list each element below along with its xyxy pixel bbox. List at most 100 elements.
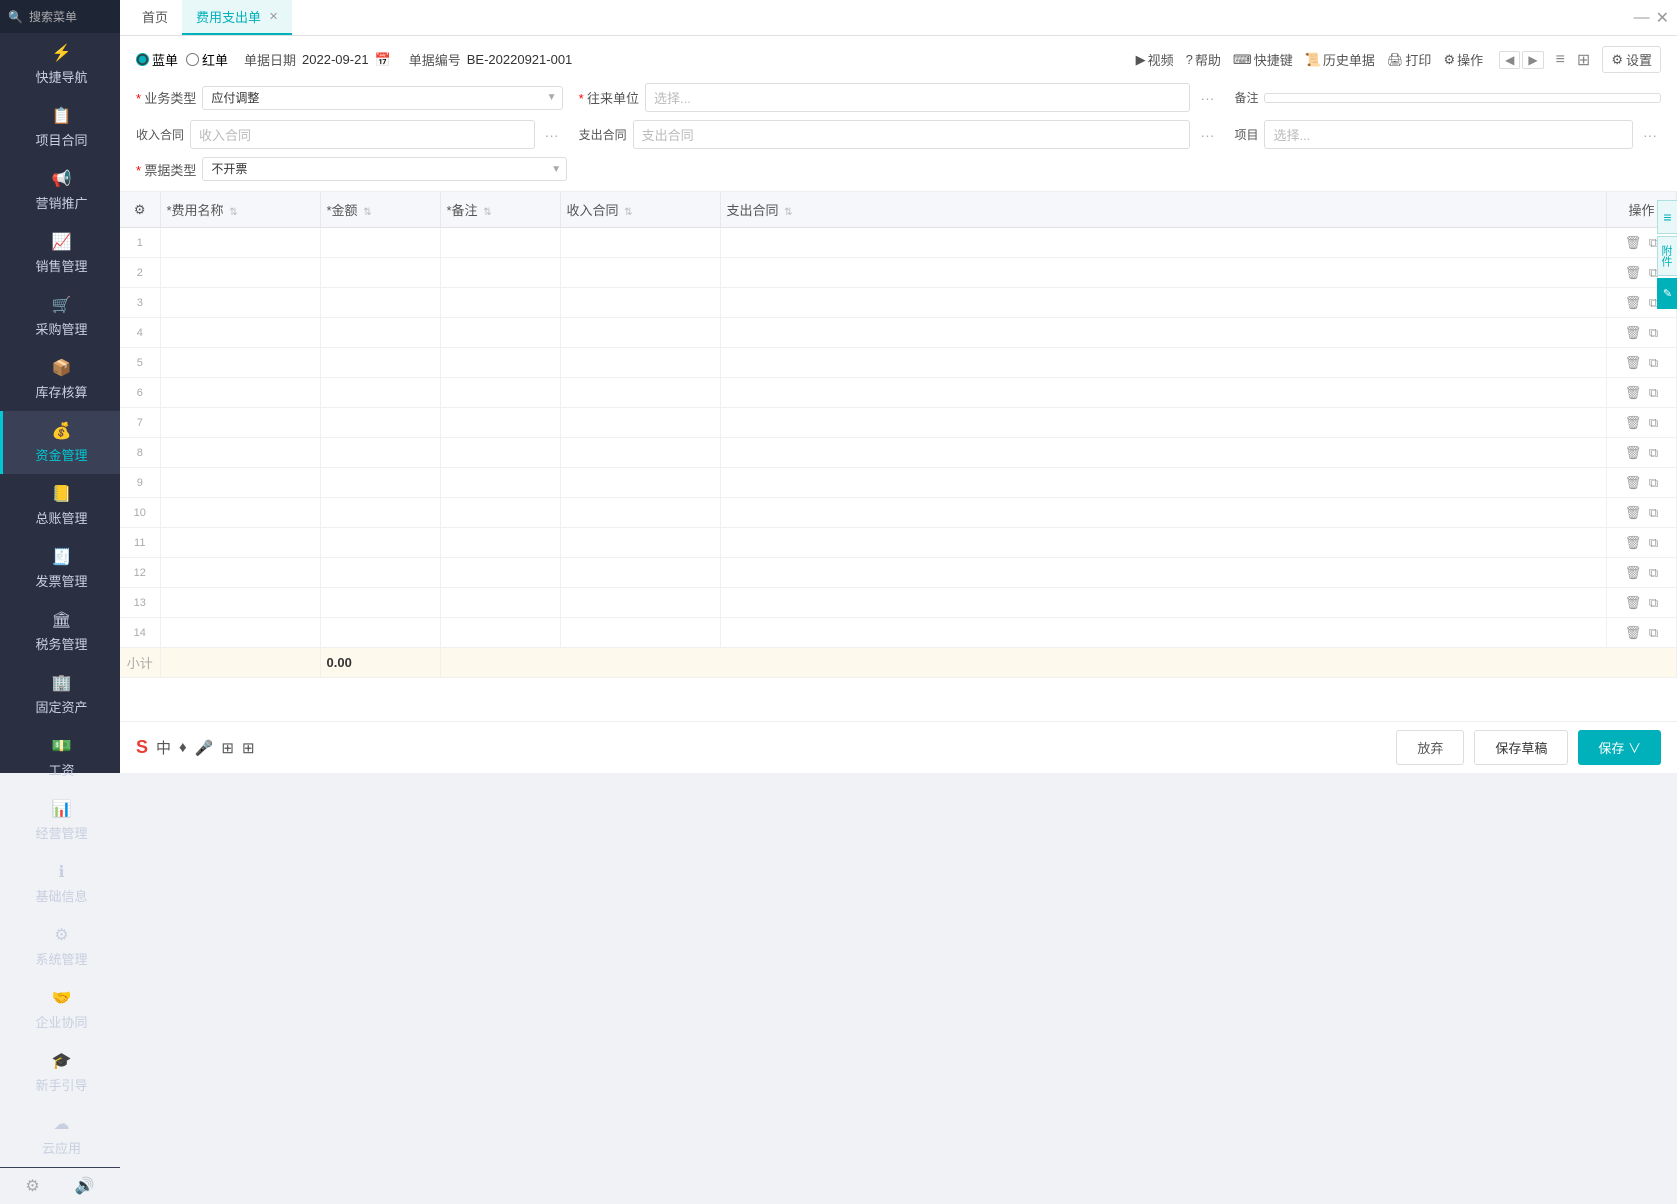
right-float-btn-1[interactable]: ≡ [1657,200,1677,234]
cell-expense-contract-12[interactable] [720,558,1607,588]
cell-income-contract-4[interactable] [560,318,720,348]
tab-close-icon[interactable]: ✕ [269,10,278,23]
cell-note-8[interactable] [440,438,560,468]
delete-row-12[interactable]: 🗑 [1623,563,1644,583]
cell-expense-name-4[interactable] [160,318,320,348]
history-button[interactable]: 📜 历史单据 [1305,50,1375,69]
cell-expense-name-14[interactable] [160,618,320,648]
delete-row-11[interactable]: 🗑 [1623,533,1644,553]
cell-expense-name-10[interactable] [160,498,320,528]
cell-expense-contract-9[interactable] [720,468,1607,498]
delete-row-5[interactable]: 🗑 [1623,353,1644,373]
video-button[interactable]: ▶ 视频 [1136,50,1174,69]
cell-amount-12[interactable] [320,558,440,588]
cell-expense-contract-14[interactable] [720,618,1607,648]
cell-expense-contract-13[interactable] [720,588,1607,618]
radio-red-input[interactable] [186,53,199,66]
copy-row-5[interactable]: ⧉ [1647,353,1660,373]
sort-expense-name[interactable]: ⇅ [229,207,237,218]
cell-income-contract-3[interactable] [560,288,720,318]
sidebar-item-accounting[interactable]: 📒 总账管理 [0,474,120,537]
delete-row-10[interactable]: 🗑 [1623,503,1644,523]
cell-expense-name-11[interactable] [160,528,320,558]
cell-expense-name-6[interactable] [160,378,320,408]
list-view-btn[interactable]: ≡ [1556,51,1565,69]
mic-icon[interactable]: 🎤 [195,739,214,757]
th-expense-contract[interactable]: 支出合同 ⇅ [720,192,1607,228]
cell-expense-name-8[interactable] [160,438,320,468]
cell-note-6[interactable] [440,378,560,408]
partner-dots-btn[interactable]: ··· [1196,90,1218,106]
copy-row-6[interactable]: ⧉ [1647,383,1660,403]
cell-amount-1[interactable] [320,228,440,258]
delete-row-8[interactable]: 🗑 [1623,443,1644,463]
cell-expense-contract-1[interactable] [720,228,1607,258]
cell-expense-contract-8[interactable] [720,438,1607,468]
cell-expense-name-3[interactable] [160,288,320,318]
partner-input[interactable]: 选择... [645,83,1190,112]
income-contract-dots[interactable]: ··· [541,127,563,143]
right-float-btn-3[interactable]: ✎ [1657,278,1677,309]
cell-amount-6[interactable] [320,378,440,408]
income-contract-input[interactable]: 收入合同 [190,120,535,149]
delete-row-1[interactable]: 🗑 [1623,233,1644,253]
th-amount[interactable]: *金额 ⇅ [320,192,440,228]
cell-amount-5[interactable] [320,348,440,378]
close-button[interactable]: ✕ [1656,8,1669,28]
cell-income-contract-8[interactable] [560,438,720,468]
cell-expense-contract-4[interactable] [720,318,1607,348]
cell-income-contract-6[interactable] [560,378,720,408]
sidebar-item-cloud[interactable]: ☁ 云应用 [0,1104,120,1167]
delete-row-2[interactable]: 🗑 [1623,263,1644,283]
cell-expense-contract-3[interactable] [720,288,1607,318]
sidebar-item-invoice[interactable]: 🧾 发票管理 [0,537,120,600]
sidebar-item-project-contract[interactable]: 📋 项目合同 [0,96,120,159]
save-button[interactable]: 保存 ∨ [1578,730,1661,765]
cell-amount-4[interactable] [320,318,440,348]
tab-home[interactable]: 首页 [128,0,182,35]
calendar-icon[interactable]: 📅 [375,52,391,68]
biz-type-select[interactable]: 应付调整 [202,86,562,110]
copy-row-11[interactable]: ⧉ [1647,533,1660,553]
expense-contract-dots[interactable]: ··· [1196,127,1218,143]
cell-note-10[interactable] [440,498,560,528]
copy-row-9[interactable]: ⧉ [1647,473,1660,493]
help-button[interactable]: ? 帮助 [1186,50,1221,69]
cell-expense-name-1[interactable] [160,228,320,258]
invoice-type-select[interactable]: 不开票 [202,157,567,181]
sidebar-item-sys[interactable]: ⚙ 系统管理 [0,915,120,978]
remark-input[interactable] [1264,93,1661,103]
sidebar-item-capital[interactable]: 💰 资金管理 [0,411,120,474]
cell-expense-name-9[interactable] [160,468,320,498]
cell-expense-name-7[interactable] [160,408,320,438]
chinese-char-icon[interactable]: 中 [156,737,171,758]
cell-expense-name-12[interactable] [160,558,320,588]
th-note[interactable]: *备注 ⇅ [440,192,560,228]
copy-row-8[interactable]: ⧉ [1647,443,1660,463]
cell-income-contract-2[interactable] [560,258,720,288]
sidebar-item-ops-mgmt[interactable]: 📊 经营管理 [0,789,120,852]
expense-contract-input[interactable]: 支出合同 [633,120,1191,149]
cell-expense-contract-6[interactable] [720,378,1607,408]
radio-red-label[interactable]: 红单 [186,50,228,69]
copy-row-12[interactable]: ⧉ [1647,563,1660,583]
delete-row-4[interactable]: 🗑 [1623,323,1644,343]
sort-amount[interactable]: ⇅ [363,207,371,218]
cell-note-13[interactable] [440,588,560,618]
project-dots[interactable]: ··· [1639,127,1661,143]
copy-row-13[interactable]: ⧉ [1647,593,1660,613]
cell-amount-9[interactable] [320,468,440,498]
cell-note-1[interactable] [440,228,560,258]
cell-note-4[interactable] [440,318,560,348]
radio-blue-input[interactable] [136,53,149,66]
settings-bottom-icon[interactable]: ⚙ [25,1176,39,1196]
cell-amount-2[interactable] [320,258,440,288]
sidebar-item-quick-nav[interactable]: ⚡ 快捷导航 [0,33,120,96]
sidebar-item-marketing[interactable]: 📢 营销推广 [0,159,120,222]
cell-note-12[interactable] [440,558,560,588]
tab-expense[interactable]: 费用支出单 ✕ [182,0,292,35]
cell-expense-contract-2[interactable] [720,258,1607,288]
cell-expense-name-2[interactable] [160,258,320,288]
sidebar-item-tax[interactable]: 🏛 税务管理 [0,600,120,663]
cell-note-5[interactable] [440,348,560,378]
